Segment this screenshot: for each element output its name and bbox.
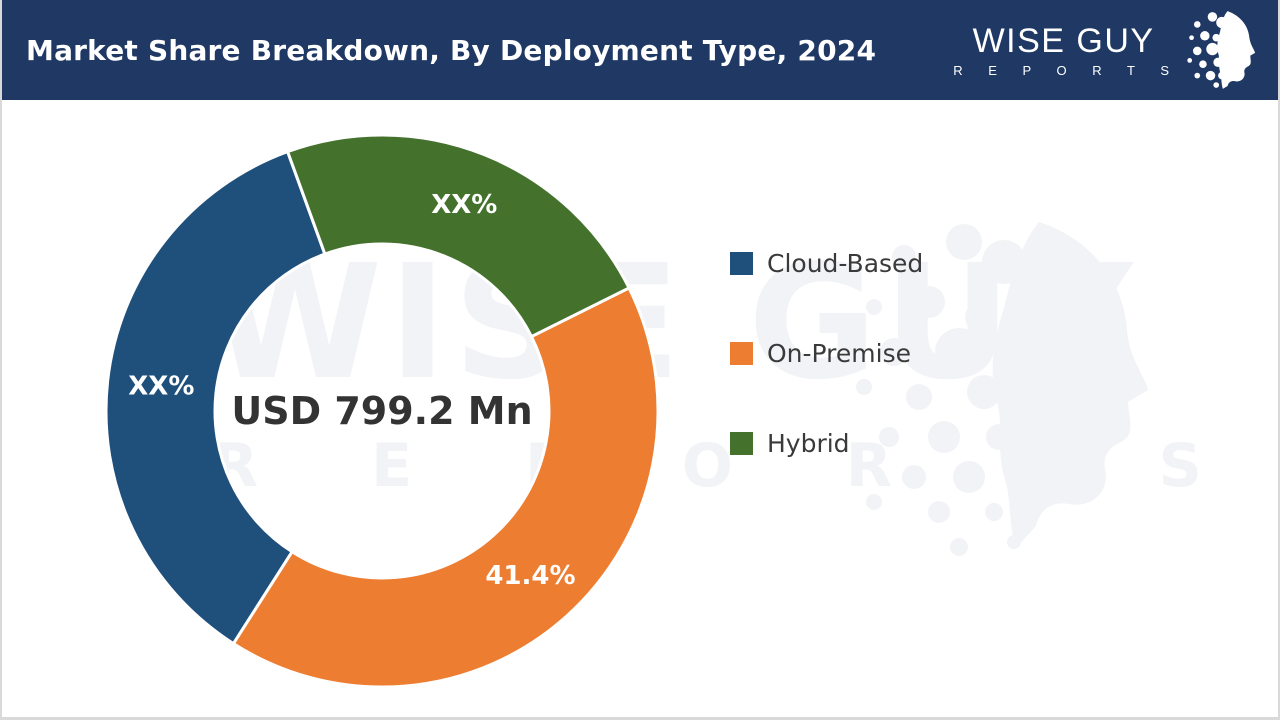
chart-legend: Cloud-Based On-Premise Hybrid bbox=[730, 248, 923, 518]
legend-swatch-cloud-based bbox=[730, 251, 753, 275]
brand-logo-line2: R E P O R T S bbox=[953, 62, 1180, 78]
legend-item-on-premise: On-Premise bbox=[730, 338, 923, 368]
brand-face-icon bbox=[1187, 11, 1256, 89]
brand-logo: WISE GUY R E P O R T S bbox=[947, 9, 1256, 91]
brand-logo-text: WISE GUY R E P O R T S bbox=[947, 24, 1180, 77]
legend-item-hybrid: Hybrid bbox=[730, 428, 923, 458]
donut-center-label: USD 799.2 Mn bbox=[231, 389, 533, 433]
donut-segment-label-cloud-based: XX% bbox=[128, 372, 194, 402]
brand-logo-line1: WISE GUY bbox=[972, 21, 1155, 60]
page-title: Market Share Breakdown, By Deployment Ty… bbox=[26, 33, 877, 67]
donut-segment-hybrid bbox=[286, 133, 631, 339]
legend-label-hybrid: Hybrid bbox=[767, 428, 850, 458]
legend-swatch-on-premise bbox=[730, 341, 753, 365]
donut-chart: XX% 41.4% XX% bbox=[104, 133, 660, 689]
legend-label-cloud-based: Cloud-Based bbox=[767, 248, 924, 278]
infographic-page: Market Share Breakdown, By Deployment Ty… bbox=[0, 0, 1280, 720]
header-bar: Market Share Breakdown, By Deployment Ty… bbox=[2, 0, 1278, 100]
donut-segment-label-on-premise: 41.4% bbox=[485, 561, 575, 591]
legend-item-cloud-based: Cloud-Based bbox=[730, 248, 923, 278]
donut-segment-on-premise bbox=[231, 286, 660, 689]
donut-segment-label-hybrid: XX% bbox=[431, 190, 497, 220]
legend-swatch-hybrid bbox=[730, 431, 753, 455]
legend-label-on-premise: On-Premise bbox=[767, 338, 911, 368]
